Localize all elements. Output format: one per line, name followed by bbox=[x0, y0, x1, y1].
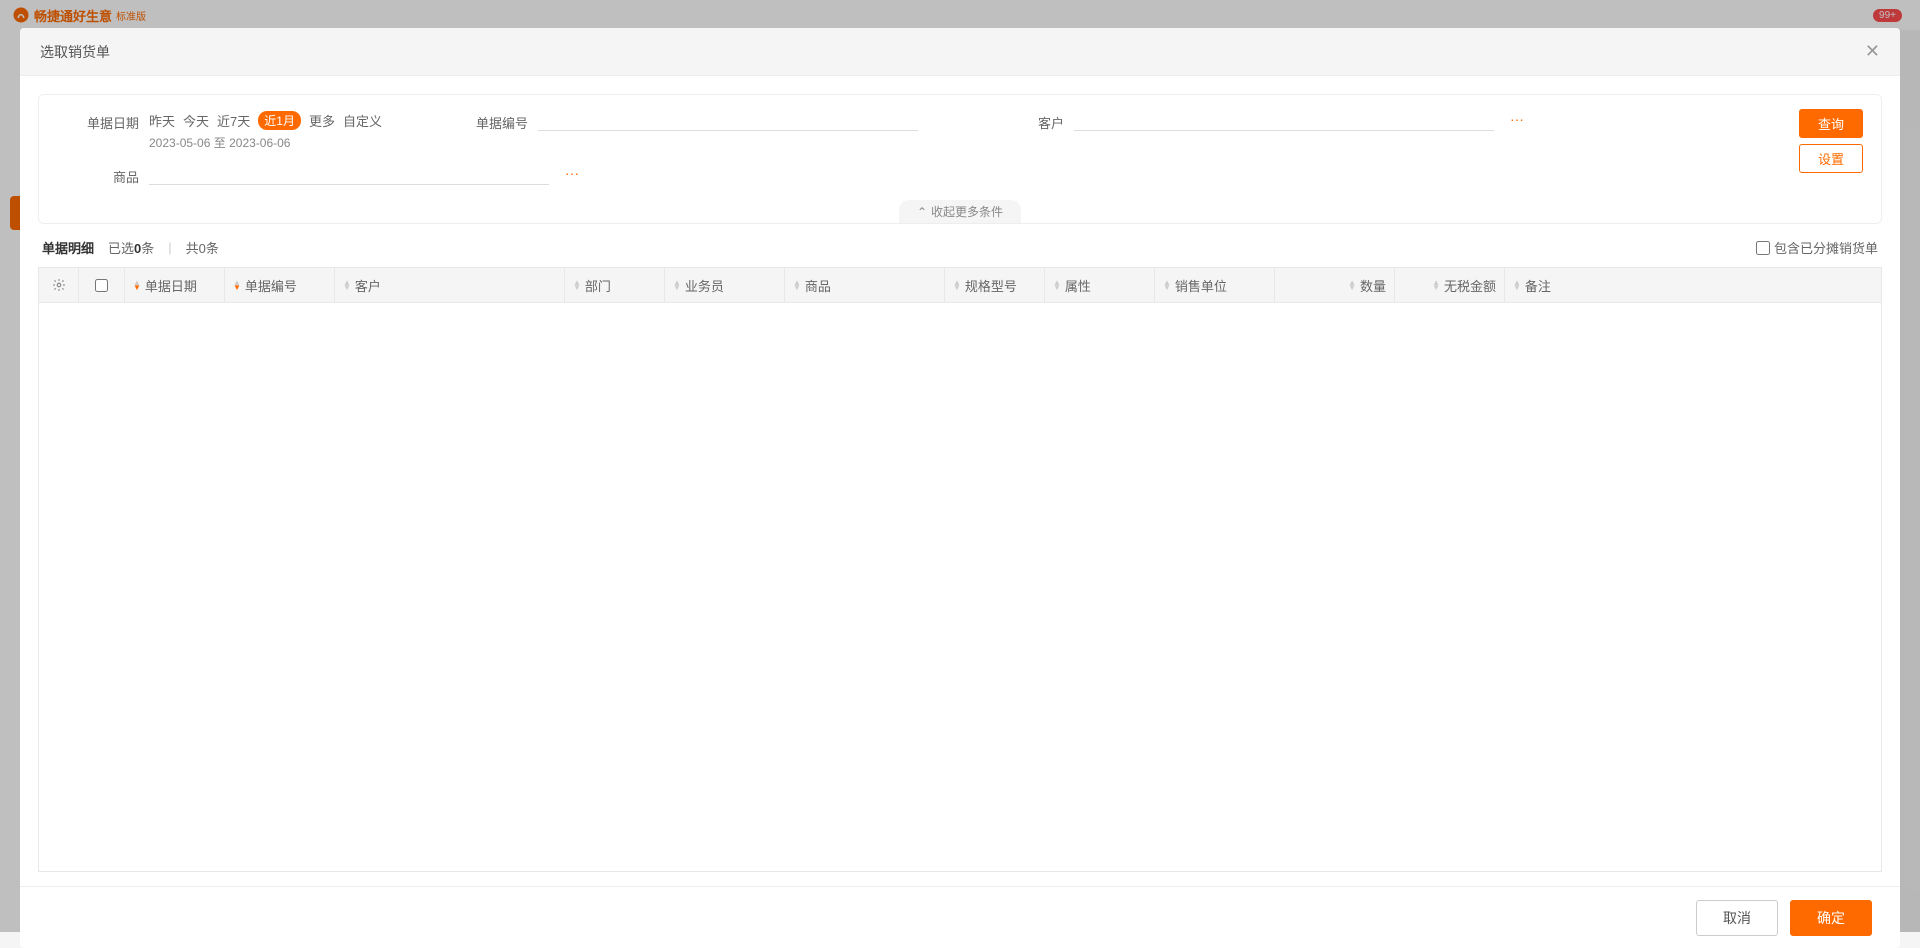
col-customer[interactable]: ▲▼客户 bbox=[335, 268, 565, 302]
col-dept[interactable]: ▲▼部门 bbox=[565, 268, 665, 302]
selected-count: 已选0条 bbox=[108, 238, 154, 257]
sort-icon: ▲▼ bbox=[1513, 280, 1521, 290]
select-all-checkbox[interactable] bbox=[79, 268, 125, 302]
col-product[interactable]: ▲▼商品 bbox=[785, 268, 945, 302]
date-opt-yesterday[interactable]: 昨天 bbox=[149, 111, 175, 130]
table-header: ▲▼单据日期 ▲▼单据编号 ▲▼客户 ▲▼部门 ▲▼业务员 ▲▼商品 ▲▼规格型… bbox=[38, 267, 1882, 303]
product-label: 商品 bbox=[63, 165, 139, 186]
sort-icon: ▲▼ bbox=[133, 280, 141, 290]
date-opt-custom[interactable]: 自定义 bbox=[343, 111, 382, 130]
modal-footer: 取消 确定 bbox=[20, 886, 1900, 948]
doc-no-field: 单据编号 bbox=[452, 111, 918, 132]
col-doc-date[interactable]: ▲▼单据日期 bbox=[125, 268, 225, 302]
col-doc-no[interactable]: ▲▼单据编号 bbox=[225, 268, 335, 302]
sort-icon: ▲▼ bbox=[673, 280, 681, 290]
doc-no-input[interactable] bbox=[538, 111, 918, 131]
sort-icon: ▲▼ bbox=[1348, 280, 1356, 290]
date-sep: 至 bbox=[214, 136, 226, 150]
column-settings-button[interactable] bbox=[39, 268, 79, 302]
product-field: 商品 ··· bbox=[63, 165, 579, 186]
collapse-conditions-button[interactable]: ⌃ 收起更多条件 bbox=[899, 200, 1021, 223]
col-spec[interactable]: ▲▼规格型号 bbox=[945, 268, 1045, 302]
sort-icon: ▲▼ bbox=[233, 280, 241, 290]
action-buttons: 查询 设置 bbox=[1799, 109, 1863, 173]
sort-icon: ▲▼ bbox=[793, 280, 801, 290]
date-opt-today[interactable]: 今天 bbox=[183, 111, 209, 130]
col-attr[interactable]: ▲▼属性 bbox=[1045, 268, 1155, 302]
col-remark[interactable]: ▲▼备注 bbox=[1505, 268, 1881, 302]
include-shipped-input[interactable] bbox=[1756, 241, 1770, 255]
col-amount[interactable]: ▲▼无税金额 bbox=[1395, 268, 1505, 302]
cancel-button[interactable]: 取消 bbox=[1696, 900, 1778, 936]
customer-label: 客户 bbox=[988, 111, 1064, 132]
chevron-up-icon: ⌃ bbox=[917, 205, 927, 219]
date-to: 2023-06-06 bbox=[229, 136, 290, 150]
search-card: 查询 设置 单据日期 昨天 今天 近7天 近1月 更多 bbox=[38, 94, 1882, 224]
doc-no-label: 单据编号 bbox=[452, 111, 528, 132]
col-salesperson[interactable]: ▲▼业务员 bbox=[665, 268, 785, 302]
confirm-button[interactable]: 确定 bbox=[1790, 900, 1872, 936]
sort-icon: ▲▼ bbox=[1432, 280, 1440, 290]
sort-icon: ▲▼ bbox=[1053, 280, 1061, 290]
table-body bbox=[38, 303, 1882, 872]
sort-icon: ▲▼ bbox=[343, 280, 351, 290]
doc-date-label: 单据日期 bbox=[63, 111, 139, 132]
list-title: 单据明细 bbox=[42, 238, 94, 257]
modal-header: 选取销货单 ✕ bbox=[20, 28, 1900, 76]
horizontal-scrollbar[interactable] bbox=[38, 872, 1882, 886]
date-range-display: 2023-05-06 至 2023-06-06 bbox=[149, 134, 382, 151]
sort-icon: ▲▼ bbox=[953, 280, 961, 290]
customer-picker-icon[interactable]: ··· bbox=[1510, 111, 1524, 127]
modal-overlay: 选取销货单 ✕ 查询 设置 单据日期 昨天 今天 近7天 bbox=[0, 0, 1920, 932]
settings-button[interactable]: 设置 bbox=[1799, 144, 1863, 173]
modal-title: 选取销货单 bbox=[40, 42, 110, 62]
collapse-label: 收起更多条件 bbox=[931, 203, 1003, 220]
customer-field: 客户 ··· bbox=[988, 111, 1524, 132]
total-count: 共0条 bbox=[186, 238, 219, 257]
customer-input[interactable] bbox=[1074, 111, 1494, 131]
col-unit[interactable]: ▲▼销售单位 bbox=[1155, 268, 1275, 302]
product-input[interactable] bbox=[149, 165, 549, 185]
include-shipped-label: 包含已分摊销货单 bbox=[1774, 238, 1878, 257]
sort-icon: ▲▼ bbox=[573, 280, 581, 290]
date-quick-options: 昨天 今天 近7天 近1月 更多 自定义 bbox=[149, 111, 382, 130]
close-icon[interactable]: ✕ bbox=[1865, 41, 1880, 62]
gear-icon bbox=[52, 278, 66, 292]
sort-icon: ▲▼ bbox=[1163, 280, 1171, 290]
product-picker-icon[interactable]: ··· bbox=[565, 165, 579, 181]
date-opt-more[interactable]: 更多 bbox=[309, 111, 335, 130]
select-sales-order-modal: 选取销货单 ✕ 查询 设置 单据日期 昨天 今天 近7天 bbox=[20, 28, 1900, 948]
date-opt-last1m[interactable]: 近1月 bbox=[258, 111, 301, 130]
col-qty[interactable]: ▲▼数量 bbox=[1275, 268, 1395, 302]
list-header: 单据明细 已选0条 | 共0条 包含已分摊销货单 bbox=[38, 238, 1882, 257]
date-opt-last7[interactable]: 近7天 bbox=[217, 111, 250, 130]
query-button[interactable]: 查询 bbox=[1799, 109, 1863, 138]
modal-body: 查询 设置 单据日期 昨天 今天 近7天 近1月 更多 bbox=[20, 76, 1900, 886]
date-from: 2023-05-06 bbox=[149, 136, 210, 150]
doc-date-field: 单据日期 昨天 今天 近7天 近1月 更多 自定义 2023 bbox=[63, 111, 382, 151]
include-shipped-checkbox[interactable]: 包含已分摊销货单 bbox=[1756, 238, 1878, 257]
